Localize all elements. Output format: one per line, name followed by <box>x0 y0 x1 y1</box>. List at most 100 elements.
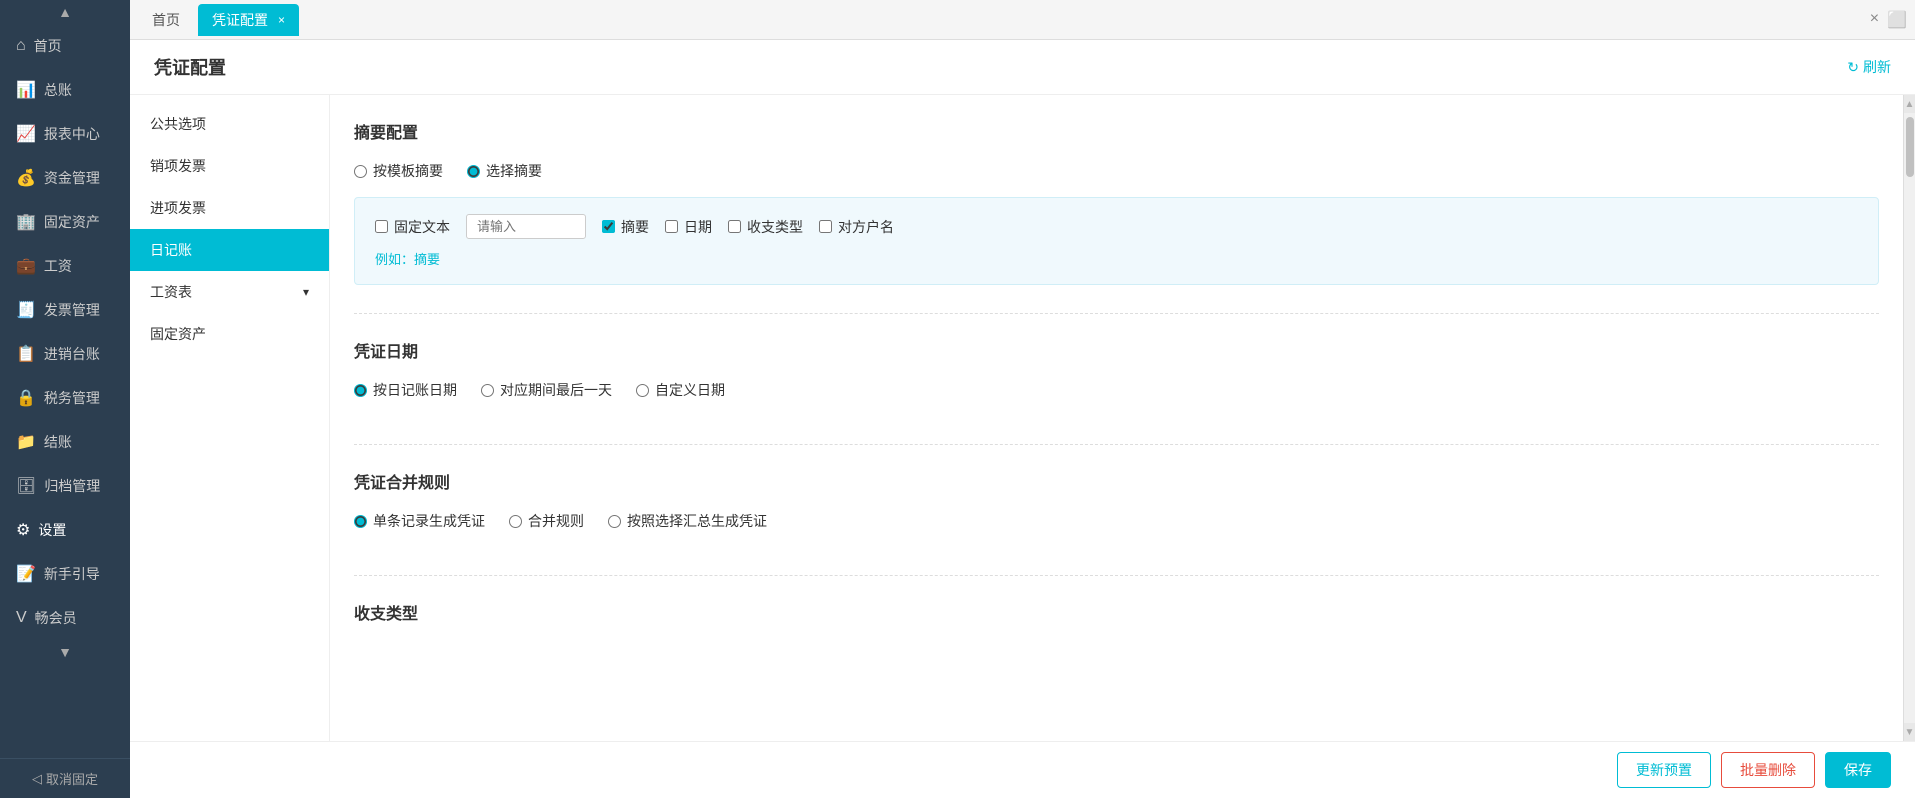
save-button[interactable]: 保存 <box>1825 752 1891 788</box>
summary-config-box: 固定文本 摘要 日期 <box>354 197 1879 285</box>
left-nav-public[interactable]: 公共选项 <box>130 103 329 145</box>
radio-period-last-day[interactable]: 对应期间最后一天 <box>481 380 612 400</box>
tab-voucher-config[interactable]: 凭证配置 × <box>198 4 299 36</box>
home-icon: ⌂ <box>16 37 26 55</box>
right-panel: 摘要配置 按模板摘要 选择摘要 <box>330 95 1903 741</box>
merge-rules-radio-group: 单条记录生成凭证 合并规则 按照选择汇总生成凭证 <box>354 511 1879 531</box>
checkbox-summary-input[interactable] <box>602 220 615 233</box>
page-header: 凭证配置 ↻ 刷新 <box>130 40 1915 95</box>
invoice-mgmt-icon: 🧾 <box>16 300 36 320</box>
sidebar-item-funds[interactable]: 💰 资金管理 <box>0 156 130 200</box>
outer-scrollbar: ▲ ▼ <box>1903 95 1915 741</box>
income-type-title: 收支类型 <box>354 600 1879 624</box>
bottom-bar: 更新预置 批量删除 保存 <box>130 741 1915 798</box>
checkbox-fixed-text[interactable]: 固定文本 <box>375 217 450 237</box>
radio-select-summary[interactable]: 选择摘要 <box>467 161 542 181</box>
checkbox-date-input[interactable] <box>665 220 678 233</box>
left-nav: 公共选项 销项发票 进项发票 日记账 工资表 ▾ 固定资产 <box>130 95 330 741</box>
checkbox-income-type[interactable]: 收支类型 <box>728 217 803 237</box>
scroll-up-button[interactable]: ▲ <box>1904 95 1915 113</box>
sidebar-item-payroll[interactable]: 💼 工资 <box>0 244 130 288</box>
radio-custom-date[interactable]: 自定义日期 <box>636 380 725 400</box>
sidebar-scroll-up[interactable]: ▲ <box>0 0 130 24</box>
voucher-date-section: 凭证日期 按日记账日期 对应期间最后一天 <box>354 338 1879 445</box>
sidebar-item-assets[interactable]: 🏢 固定资产 <box>0 200 130 244</box>
summary-options-row: 固定文本 摘要 日期 <box>375 214 1858 239</box>
sidebar-item-settings[interactable]: ⚙ 设置 <box>0 508 130 552</box>
fixed-text-input[interactable] <box>466 214 586 239</box>
sidebar-item-reports[interactable]: 📈 报表中心 <box>0 112 130 156</box>
payroll-icon: 💼 <box>16 256 36 276</box>
radio-single-record[interactable]: 单条记录生成凭证 <box>354 511 485 531</box>
radio-template-summary-input[interactable] <box>354 165 367 178</box>
radio-merge-rule-input[interactable] <box>509 515 522 528</box>
funds-icon: 💰 <box>16 168 36 188</box>
left-nav-sales-invoice[interactable]: 销项发票 <box>130 145 329 187</box>
tab-home-label: 首页 <box>152 10 180 30</box>
sidebar-item-ledger[interactable]: 📊 总账 <box>0 68 130 112</box>
vip-icon: V <box>16 609 27 627</box>
archive-icon: 🗄 <box>16 476 36 496</box>
checkbox-fixed-text-input[interactable] <box>375 220 388 233</box>
scroll-thumb[interactable] <box>1906 117 1914 177</box>
radio-journal-date[interactable]: 按日记账日期 <box>354 380 457 400</box>
left-nav-journal[interactable]: 日记账 <box>130 229 329 271</box>
tab-close-icon[interactable]: × <box>278 13 285 27</box>
refresh-icon: ↻ <box>1847 59 1859 76</box>
left-nav-purchase-invoice[interactable]: 进项发票 <box>130 187 329 229</box>
voucher-date-radio-group: 按日记账日期 对应期间最后一天 自定义日期 <box>354 380 1879 400</box>
merge-rules-title: 凭证合并规则 <box>354 469 1879 493</box>
sidebar-scroll-down[interactable]: ▼ <box>0 640 130 664</box>
settings-icon: ⚙ <box>16 520 30 540</box>
assets-icon: 🏢 <box>16 212 36 232</box>
radio-single-record-input[interactable] <box>354 515 367 528</box>
checkbox-date[interactable]: 日期 <box>665 217 712 237</box>
content-layout: 公共选项 销项发票 进项发票 日记账 工资表 ▾ 固定资产 <box>130 95 1915 741</box>
pin-icon: ◁ <box>32 771 42 787</box>
refresh-button[interactable]: ↻ 刷新 <box>1847 57 1891 77</box>
batch-delete-button[interactable]: 批量删除 <box>1721 752 1815 788</box>
sidebar: ▲ ⌂ 首页 📊 总账 📈 报表中心 💰 资金管理 🏢 固定资产 💼 工资 🧾 … <box>0 0 130 798</box>
close-account-icon: 📁 <box>16 432 36 452</box>
guide-icon: 📝 <box>16 564 36 584</box>
checkbox-counterpart-input[interactable] <box>819 220 832 233</box>
radio-journal-date-input[interactable] <box>354 384 367 397</box>
radio-aggregate-input[interactable] <box>608 515 621 528</box>
checkbox-income-type-input[interactable] <box>728 220 741 233</box>
purchase-sales-icon: 📋 <box>16 344 36 364</box>
tax-icon: 🔒 <box>16 388 36 408</box>
sidebar-item-vip[interactable]: V 畅会员 <box>0 596 130 640</box>
radio-merge-rule[interactable]: 合并规则 <box>509 511 584 531</box>
merge-rules-section: 凭证合并规则 单条记录生成凭证 合并规则 <box>354 469 1879 576</box>
radio-period-last-day-input[interactable] <box>481 384 494 397</box>
reports-icon: 📈 <box>16 124 36 144</box>
voucher-date-title: 凭证日期 <box>354 338 1879 362</box>
window-close-icon[interactable]: × <box>1870 10 1879 30</box>
sidebar-bottom: ◁ 取消固定 <box>0 758 130 798</box>
sidebar-item-tax[interactable]: 🔒 税务管理 <box>0 376 130 420</box>
sidebar-item-purchase-sales[interactable]: 📋 进销台账 <box>0 332 130 376</box>
sidebar-item-close[interactable]: 📁 结账 <box>0 420 130 464</box>
sidebar-item-guide[interactable]: 📝 新手引导 <box>0 552 130 596</box>
main-area: 首页 凭证配置 × × ⬜ 凭证配置 ↻ 刷新 公共选项 <box>130 0 1915 798</box>
chevron-down-icon: ▾ <box>303 285 309 299</box>
sidebar-item-home[interactable]: ⌂ 首页 <box>0 24 130 68</box>
radio-custom-date-input[interactable] <box>636 384 649 397</box>
update-preview-button[interactable]: 更新预置 <box>1617 752 1711 788</box>
tab-home[interactable]: 首页 <box>138 4 194 36</box>
sidebar-item-invoice-mgmt[interactable]: 🧾 发票管理 <box>0 288 130 332</box>
scroll-down-button[interactable]: ▼ <box>1904 723 1915 741</box>
checkbox-summary[interactable]: 摘要 <box>602 217 649 237</box>
example-text: 例如：摘要 <box>375 249 1858 268</box>
left-nav-payroll-sheet[interactable]: 工资表 ▾ <box>130 271 329 313</box>
radio-template-summary[interactable]: 按模板摘要 <box>354 161 443 181</box>
page-title: 凭证配置 <box>154 54 226 80</box>
window-resize-icon[interactable]: ⬜ <box>1887 10 1907 30</box>
ledger-icon: 📊 <box>16 80 36 100</box>
left-nav-fixed-assets[interactable]: 固定资产 <box>130 313 329 355</box>
radio-aggregate[interactable]: 按照选择汇总生成凭证 <box>608 511 767 531</box>
radio-select-summary-input[interactable] <box>467 165 480 178</box>
checkbox-counterpart[interactable]: 对方户名 <box>819 217 894 237</box>
sidebar-toggle[interactable]: ◁ 取消固定 <box>0 759 130 798</box>
sidebar-item-archive[interactable]: 🗄 归档管理 <box>0 464 130 508</box>
